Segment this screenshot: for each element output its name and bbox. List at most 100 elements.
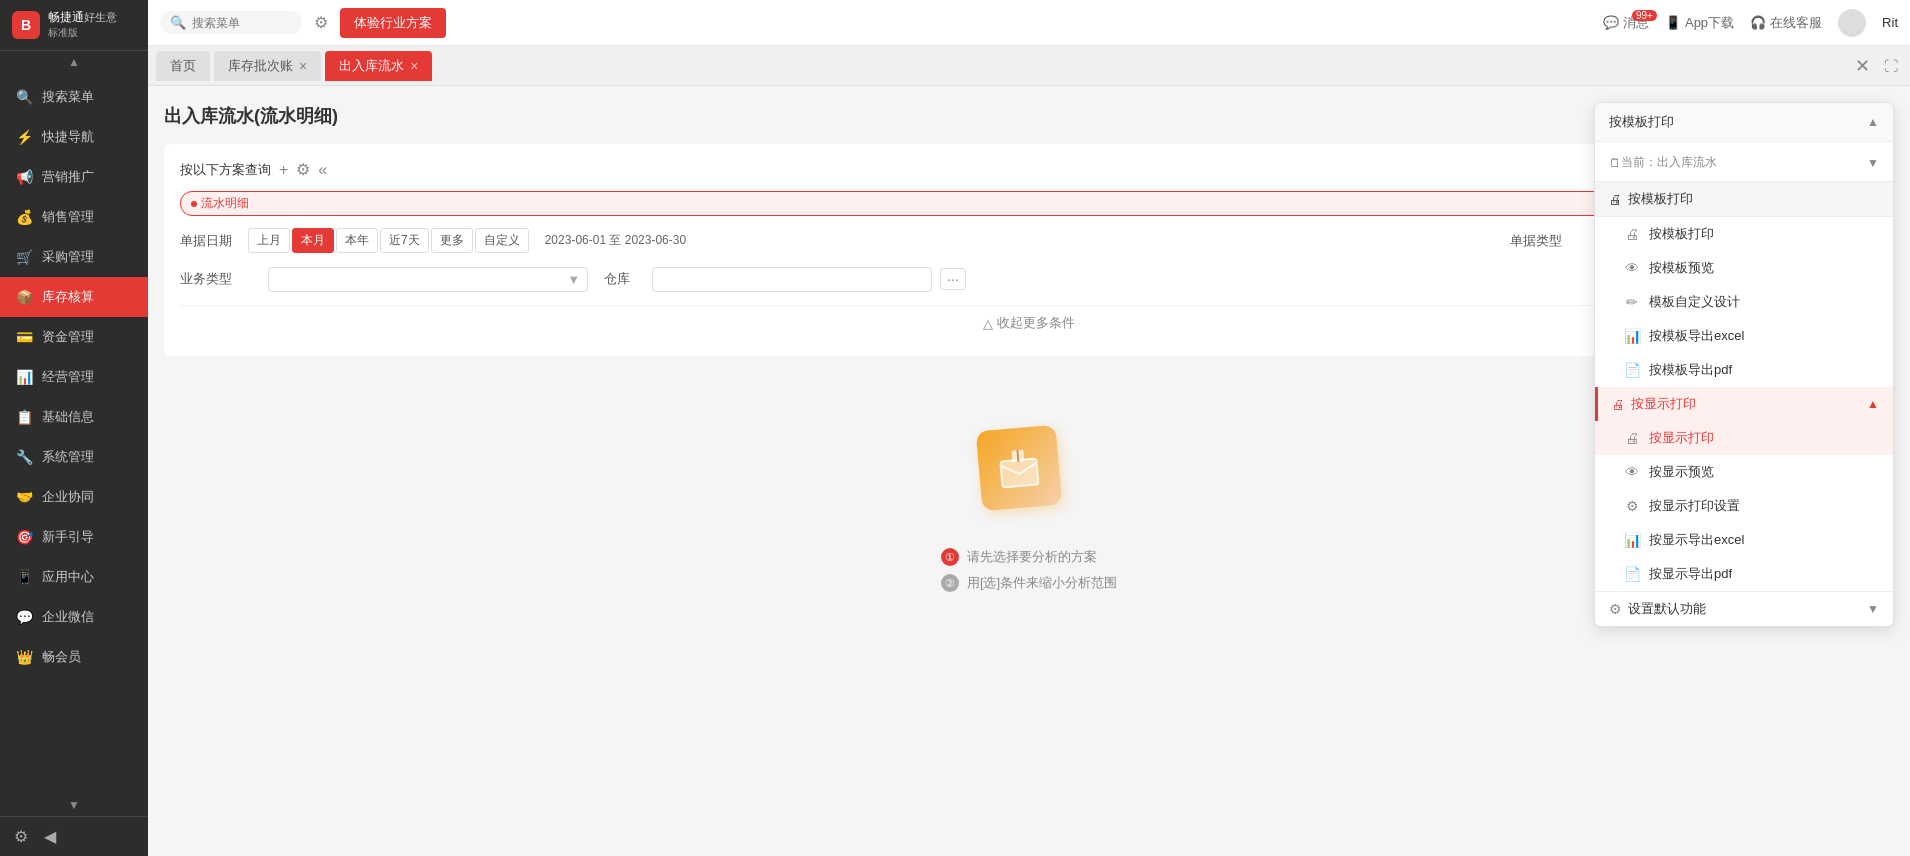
message-icon: 💬 — [1603, 15, 1619, 30]
template-print-section-title: 按模板打印 — [1628, 190, 1693, 208]
tab-flow[interactable]: 出入库流水 × — [325, 51, 432, 81]
display-print-setting-icon: ⚙ — [1623, 498, 1641, 514]
filter-collapse-button[interactable]: « — [318, 161, 327, 179]
operation-icon: 📊 — [14, 367, 34, 387]
search-icon: 🔍 — [170, 15, 186, 30]
display-excel-item[interactable]: 📊 按显示导出excel — [1595, 523, 1893, 557]
tabbar-close-all-icon[interactable]: ✕ — [1851, 55, 1874, 77]
template-custom-item[interactable]: ✏ 模板自定义设计 — [1595, 285, 1893, 319]
print-panel-arrow-icon[interactable]: ▲ — [1867, 115, 1879, 129]
scroll-down-btn[interactable]: ▼ — [0, 794, 148, 816]
display-print-icon: 🖨 — [1612, 397, 1625, 412]
filter-setting-button[interactable]: ⚙ — [296, 160, 310, 179]
sidebar-item-system[interactable]: 🔧 系统管理 — [0, 437, 148, 477]
display-preview-item[interactable]: 👁 按显示预览 — [1595, 455, 1893, 489]
date-btn-this-month[interactable]: 本月 — [292, 228, 334, 253]
filter-label: 按以下方案查询 — [180, 161, 271, 179]
svg-line-2 — [1017, 450, 1018, 462]
sidebar-item-finance[interactable]: 💳 资金管理 — [0, 317, 148, 357]
empty-tip-2: ② 用[选]条件来缩小分析范围 — [941, 570, 1117, 596]
username-label[interactable]: Rit — [1882, 15, 1898, 30]
sidebar-item-basic[interactable]: 📋 基础信息 — [0, 397, 148, 437]
date-btn-last-month[interactable]: 上月 — [248, 228, 290, 253]
warehouse-label: 仓库 — [604, 270, 644, 288]
sidebar-item-inventory[interactable]: 📦 库存核算 — [0, 277, 148, 317]
trial-button[interactable]: 体验行业方案 — [340, 8, 446, 38]
app-download-button[interactable]: 📱 App下载 — [1665, 14, 1734, 32]
warehouse-more-button[interactable]: ··· — [940, 268, 966, 290]
basic-icon: 📋 — [14, 407, 34, 427]
sidebar-item-guide[interactable]: 🎯 新手引导 — [0, 517, 148, 557]
footer-collapse-icon[interactable]: ◀ — [44, 827, 56, 846]
purchase-icon: 🛒 — [14, 247, 34, 267]
sidebar-nav: 🔍 搜索菜单 ⚡ 快捷导航 📢 营销推广 💰 销售管理 🛒 采购管理 📦 库存核… — [0, 73, 148, 794]
sidebar-item-quick[interactable]: ⚡ 快捷导航 — [0, 117, 148, 157]
filter-add-button[interactable]: + — [279, 161, 288, 179]
tab-flow-label: 出入库流水 — [339, 57, 404, 75]
inventory-icon: 📦 — [14, 287, 34, 307]
template-print-item-label: 按模板打印 — [1649, 225, 1714, 243]
date-buttons: 上月 本月 本年 近7天 更多 自定义 — [248, 228, 529, 253]
current-template-header: 🗒 当前：出入库流水 ▼ — [1595, 146, 1893, 177]
sidebar-item-marketing[interactable]: 📢 营销推广 — [0, 157, 148, 197]
tab-home[interactable]: 首页 — [156, 51, 210, 81]
tab-batch-close[interactable]: × — [299, 58, 307, 74]
sidebar-item-member[interactable]: 👑 畅会员 — [0, 637, 148, 677]
template-custom-item-label: 模板自定义设计 — [1649, 293, 1740, 311]
print-footer-icon: ⚙ — [1609, 601, 1622, 617]
date-btn-more[interactable]: 更多 — [431, 228, 473, 253]
message-button[interactable]: 💬 消息 99+ — [1603, 14, 1649, 32]
template-excel-item[interactable]: 📊 按模板导出excel — [1595, 319, 1893, 353]
sidebar-item-purchase[interactable]: 🛒 采购管理 — [0, 237, 148, 277]
printer-icon: 🖨 — [1609, 192, 1622, 207]
date-field-label: 单据日期 — [180, 232, 240, 250]
sidebar-item-sales[interactable]: 💰 销售管理 — [0, 197, 148, 237]
sidebar-item-collab[interactable]: 🤝 企业协同 — [0, 477, 148, 517]
sidebar-item-operation[interactable]: 📊 经营管理 — [0, 357, 148, 397]
topbar-search-box[interactable]: 🔍 — [160, 11, 302, 34]
tab-flow-close[interactable]: × — [410, 58, 418, 74]
display-pdf-item[interactable]: 📄 按显示导出pdf — [1595, 557, 1893, 591]
biz-type-select[interactable] — [268, 267, 588, 292]
template-excel-item-icon: 📊 — [1623, 328, 1641, 344]
sidebar-item-apps[interactable]: 📱 应用中心 — [0, 557, 148, 597]
date-btn-custom[interactable]: 自定义 — [475, 228, 529, 253]
search-input[interactable] — [192, 16, 292, 30]
warehouse-input[interactable] — [652, 267, 932, 292]
template-print-section-header: 🖨 按模板打印 — [1595, 182, 1893, 217]
tab-batch[interactable]: 库存批次账 × — [214, 51, 321, 81]
display-print-item-label: 按显示打印 — [1649, 429, 1714, 447]
template-preview-item[interactable]: 👁 按模板预览 — [1595, 251, 1893, 285]
template-preview-item-icon: 👁 — [1623, 260, 1641, 276]
sidebar-item-search[interactable]: 🔍 搜索菜单 — [0, 77, 148, 117]
filter-biz-type-group: 业务类型 ▼ — [180, 267, 588, 292]
template-pdf-item[interactable]: 📄 按模板导出pdf — [1595, 353, 1893, 387]
print-footer[interactable]: ⚙ 设置默认功能 ▼ — [1595, 591, 1893, 626]
display-print-section-arrow-icon[interactable]: ▲ — [1867, 397, 1879, 411]
scroll-up-btn[interactable]: ▲ — [0, 51, 148, 73]
template-print-item[interactable]: 🖨 按模板打印 — [1595, 217, 1893, 251]
display-print-item-icon: 🖨 — [1623, 430, 1641, 446]
display-pdf-item-icon: 📄 — [1623, 566, 1641, 582]
footer-settings-icon[interactable]: ⚙ — [14, 827, 28, 846]
display-print-item[interactable]: 🖨 按显示打印 — [1595, 421, 1893, 455]
empty-icon — [979, 428, 1079, 528]
date-btn-7days[interactable]: 近7天 — [380, 228, 429, 253]
sidebar-logo: B 畅捷通好生意 标准版 — [0, 0, 148, 51]
filter-warehouse-group: 仓库 ··· — [604, 267, 966, 292]
current-template-arrow-icon[interactable]: ▼ — [1867, 156, 1879, 170]
sidebar-item-wechat[interactable]: 💬 企业微信 — [0, 597, 148, 637]
display-excel-item-icon: 📊 — [1623, 532, 1641, 548]
avatar[interactable] — [1838, 9, 1866, 37]
topbar-gear-icon[interactable]: ⚙ — [314, 13, 328, 32]
display-preview-item-icon: 👁 — [1623, 464, 1641, 480]
online-service-button[interactable]: 🎧 在线客服 — [1750, 14, 1822, 32]
tabbar-expand-icon[interactable]: ⛶ — [1880, 58, 1902, 74]
logo-icon: B — [12, 11, 40, 39]
app-icon: 📱 — [1665, 15, 1681, 30]
filter-date-group: 单据日期 上月 本月 本年 近7天 更多 自定义 2023-06-01 至 20… — [180, 228, 686, 253]
member-icon: 👑 — [14, 647, 34, 667]
display-print-setting-item[interactable]: ⚙ 按显示打印设置 — [1595, 489, 1893, 523]
date-btn-this-year[interactable]: 本年 — [336, 228, 378, 253]
sidebar: B 畅捷通好生意 标准版 ▲ 🔍 搜索菜单 ⚡ 快捷导航 📢 营销推广 💰 销售… — [0, 0, 148, 856]
